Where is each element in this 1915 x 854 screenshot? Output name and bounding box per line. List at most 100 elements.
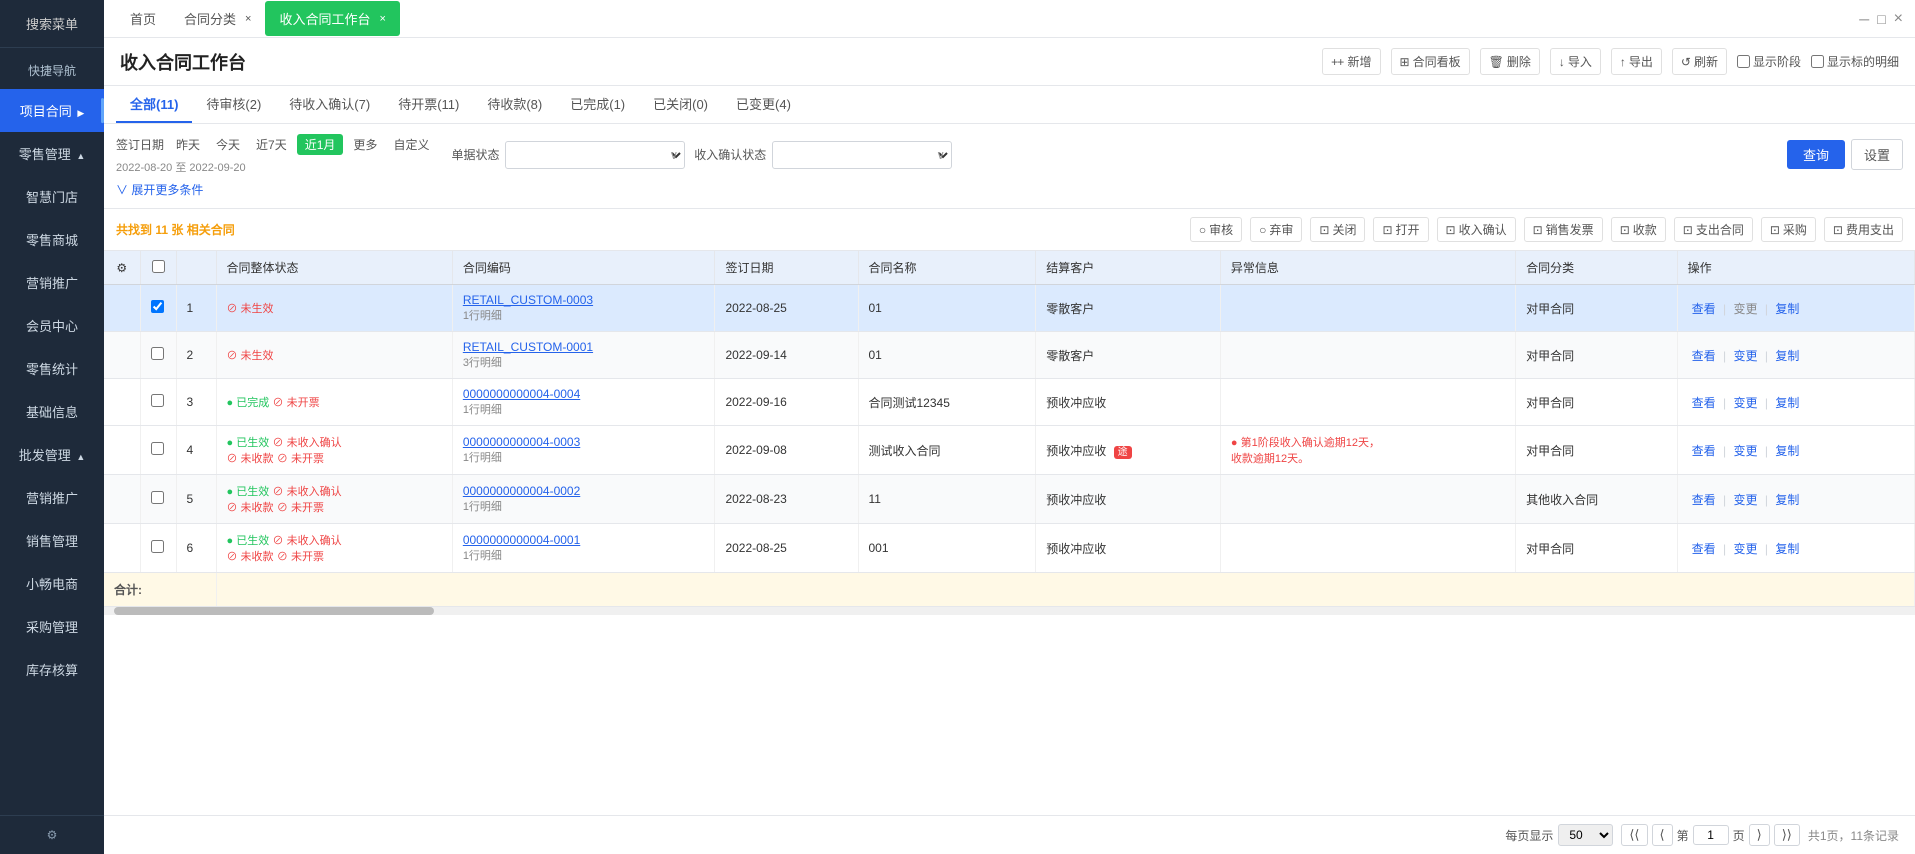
row-checkbox[interactable] [151,491,164,504]
view-btn[interactable]: 查看 [1688,541,1720,557]
status-tab-pending-income-confirm[interactable]: 待收入确认(7) [275,86,384,123]
sidebar-item-member-center[interactable]: 会员中心 [0,304,104,347]
view-btn[interactable]: 查看 [1688,395,1720,411]
sidebar-item-purchase[interactable]: 采购管理 [0,605,104,648]
show-segments-checkbox[interactable]: 显示阶段 [1737,53,1801,70]
view-btn[interactable]: 查看 [1688,348,1720,364]
status-tab-pending-invoice[interactable]: 待开票(11) [384,86,473,123]
query-button[interactable]: 查询 [1787,140,1845,169]
change-btn[interactable]: 变更 [1729,492,1761,508]
contract-code-link[interactable]: 0000000000004-0002 [463,484,705,498]
sidebar-item-retail-ecommerce[interactable]: 零售商城 [0,218,104,261]
import-button[interactable]: ↓ 导入 [1550,48,1601,75]
contract-code-link[interactable]: 0000000000004-0003 [463,435,705,449]
prev-page-button[interactable]: ⟨ [1652,824,1673,846]
contract-board-button[interactable]: ⊞ 合同看板 [1391,48,1470,75]
abandon-button[interactable]: ○ 弃审 [1250,217,1302,242]
contract-code-link[interactable]: RETAIL_CUSTOM-0001 [463,340,705,354]
sidebar-item-sales-mgmt[interactable]: 销售管理 [0,519,104,562]
open-button[interactable]: ⊡ 打开 [1373,217,1428,242]
next-page-button[interactable]: ⟩ [1749,824,1770,846]
change-btn[interactable]: 变更 [1729,348,1761,364]
add-button[interactable]: + + 新增 [1322,48,1380,75]
change-btn[interactable]: 变更 [1729,301,1761,317]
sidebar-item-ecommerce[interactable]: 小畅电商 [0,562,104,605]
tab-home[interactable]: 首页 [116,1,170,36]
contract-code-link[interactable]: 0000000000004-0004 [463,387,705,401]
page-size-select[interactable]: 10 20 50 100 [1558,824,1613,846]
export-button[interactable]: ↑ 导出 [1611,48,1662,75]
row-checkbox[interactable] [151,300,164,313]
last-page-button[interactable]: ⟩⟩ [1774,824,1800,846]
tab-income-contract[interactable]: 收入合同工作台 × [265,1,399,36]
show-details-checkbox[interactable]: 显示标的明细 [1811,53,1899,70]
sidebar-item-inventory[interactable]: 库存核算 [0,648,104,691]
status-tab-completed[interactable]: 已完成(1) [556,86,639,123]
status-tab-closed[interactable]: 已关闭(0) [639,86,722,123]
sidebar-item-marketing[interactable]: 营销推广 [0,261,104,304]
row-checkbox[interactable] [151,540,164,553]
horizontal-scrollbar[interactable] [104,607,1915,615]
change-btn[interactable]: 变更 [1729,443,1761,459]
quick-date-more[interactable]: 更多 [347,134,383,155]
copy-btn[interactable]: 复制 [1771,541,1803,557]
contract-code-link[interactable]: RETAIL_CUSTOM-0003 [463,293,705,307]
view-btn[interactable]: 查看 [1688,443,1720,459]
minimize-icon[interactable]: ─ [1859,11,1869,27]
tab-close-contract-category[interactable]: × [245,13,251,25]
close-window-icon[interactable]: × [1894,10,1903,28]
copy-btn[interactable]: 复制 [1771,443,1803,459]
first-page-button[interactable]: ⟨⟨ [1621,824,1647,846]
row-checkbox[interactable] [151,347,164,360]
status-tab-pending-review[interactable]: 待审核(2) [192,86,275,123]
row-checkbox[interactable] [151,394,164,407]
review-button[interactable]: ○ 审核 [1190,217,1242,242]
select-all-checkbox[interactable] [152,260,165,273]
maximize-icon[interactable]: □ [1877,11,1885,27]
copy-btn[interactable]: 复制 [1771,492,1803,508]
delete-button[interactable]: 🗑 删除 [1480,48,1540,75]
copy-btn[interactable]: 复制 [1771,348,1803,364]
status-tab-all[interactable]: 全部(11) [116,86,192,123]
refresh-button[interactable]: ↺ 刷新 [1672,48,1727,75]
sales-invoice-button[interactable]: ⊡ 销售发票 [1524,217,1603,242]
sidebar-settings[interactable]: ⚙ [0,815,104,854]
page-number-input[interactable] [1693,825,1729,845]
th-settings[interactable]: ⚙ [104,251,140,285]
contract-code-link[interactable]: 0000000000004-0001 [463,533,705,547]
view-btn[interactable]: 查看 [1688,301,1720,317]
tab-contract-category[interactable]: 合同分类 × [170,1,265,36]
sidebar-item-smart-store[interactable]: 智慧门店 [0,175,104,218]
row-checkbox[interactable] [151,442,164,455]
quick-date-last7[interactable]: 近7天 [250,134,293,155]
scrollbar-thumb[interactable] [114,607,434,615]
copy-btn[interactable]: 复制 [1771,395,1803,411]
quick-date-yesterday[interactable]: 昨天 [170,134,206,155]
expense-output-button[interactable]: ⊡ 费用支出 [1824,217,1903,242]
payment-button[interactable]: ⊡ 收款 [1611,217,1666,242]
view-btn[interactable]: 查看 [1688,492,1720,508]
sidebar-item-project-contract[interactable]: 项目合同 ▶ [0,89,104,132]
sidebar-item-retail-management[interactable]: 零售管理 ▲ [0,132,104,175]
expand-conditions[interactable]: ∨ 展开更多条件 [116,181,1903,198]
quick-date-last1month[interactable]: 近1月 [297,134,344,155]
quick-date-custom[interactable]: 自定义 [387,134,435,155]
status-tab-changed[interactable]: 已变更(4) [722,86,805,123]
tab-close-income-contract[interactable]: × [379,13,385,25]
sidebar-quick-nav[interactable]: 快捷导航 [0,52,104,89]
copy-btn[interactable]: 复制 [1771,301,1803,317]
sidebar-item-wholesale[interactable]: 批发管理 ▲ [0,433,104,476]
document-status-select[interactable] [505,141,685,169]
sidebar-item-marketing2[interactable]: 营销推广 [0,476,104,519]
quick-date-today[interactable]: 今天 [210,134,246,155]
change-btn[interactable]: 变更 [1729,541,1761,557]
output-contract-button[interactable]: ⊡ 支出合同 [1674,217,1753,242]
purchase-button[interactable]: ⊡ 采购 [1761,217,1816,242]
income-confirm-button[interactable]: ⊡ 收入确认 [1437,217,1516,242]
filter-settings-button[interactable]: 设置 [1851,139,1903,170]
change-btn[interactable]: 变更 [1729,395,1761,411]
sidebar-item-base-info[interactable]: 基础信息 [0,390,104,433]
income-confirm-select[interactable] [772,141,952,169]
status-tab-pending-payment[interactable]: 待收款(8) [473,86,556,123]
sidebar-item-retail-stats[interactable]: 零售统计 [0,347,104,390]
